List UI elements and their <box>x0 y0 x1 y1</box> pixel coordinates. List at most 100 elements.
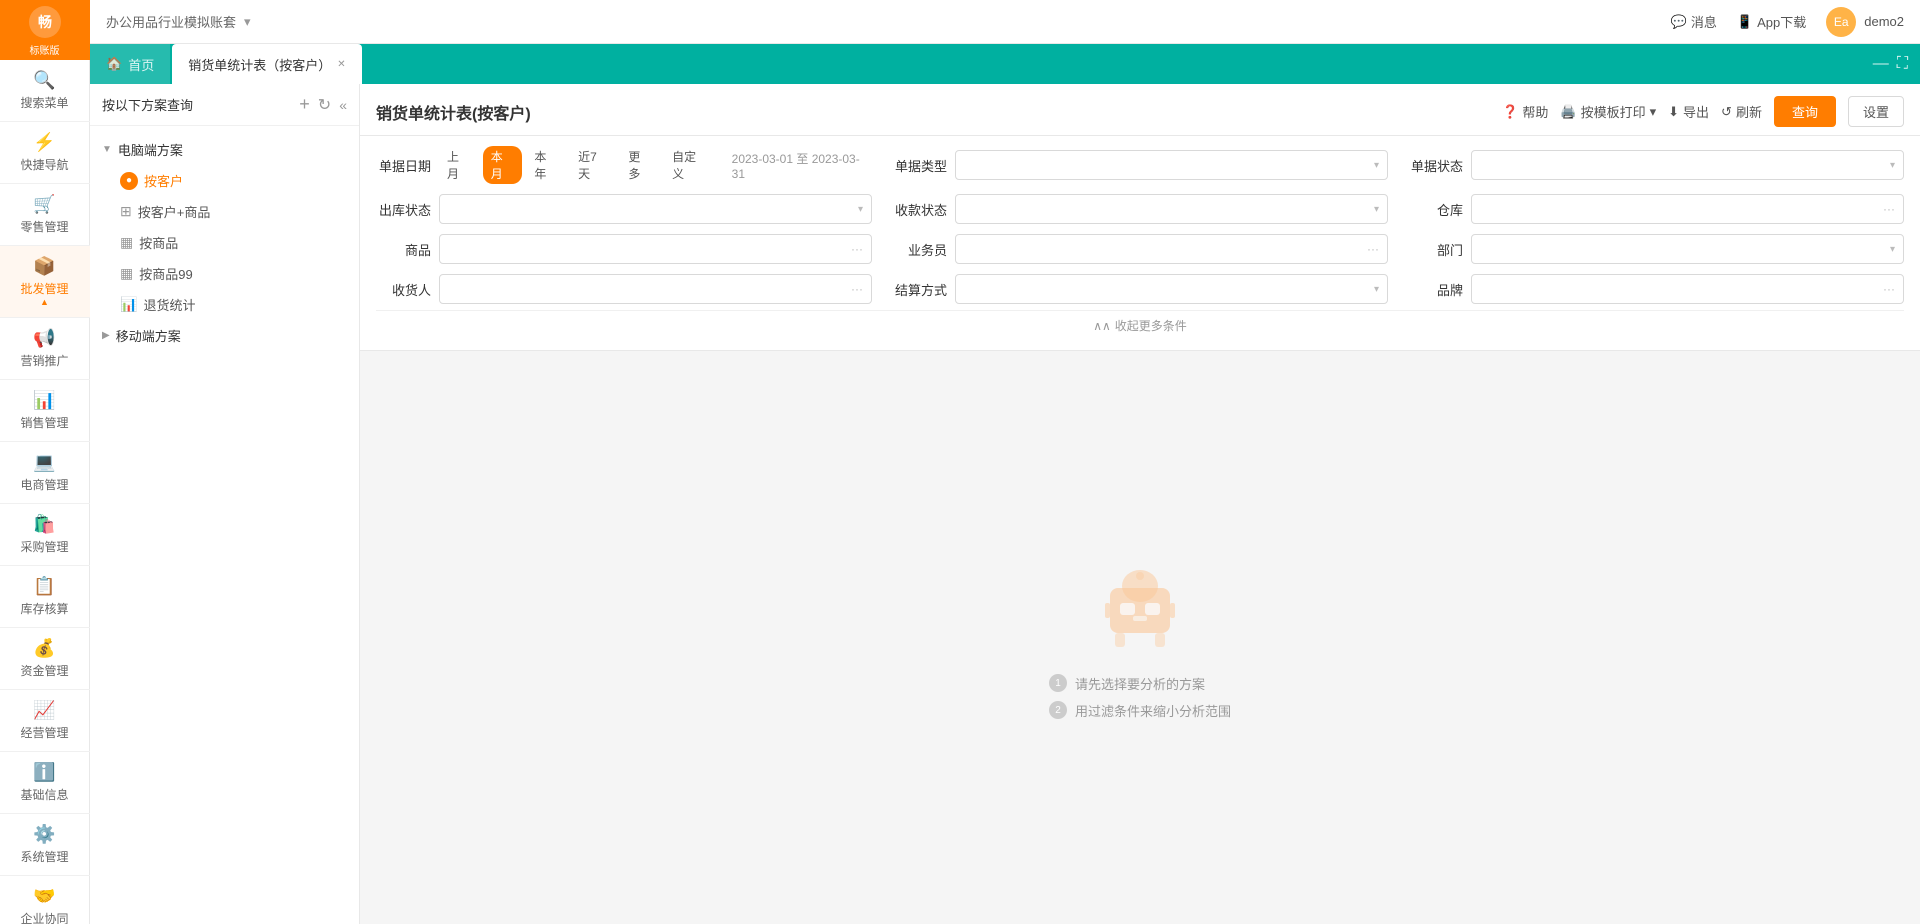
date-tab-this-year[interactable]: 本年 <box>526 146 566 184</box>
sidebar-item-basic-info[interactable]: ℹ️ 基础信息 <box>0 752 90 814</box>
operations-icon: 📈 <box>33 700 55 721</box>
receive-status-arrow-icon: ▾ <box>1374 204 1379 215</box>
tabbar: 🏠 首页 销货单统计表（按客户） ✕ — ⛶ <box>90 44 1920 84</box>
sidebar-label-basic-info: 基础信息 <box>20 786 68 803</box>
filter-row-1: 单据日期 上月 本月 本年 近7天 更多 自定义 2023-03-01 至 20… <box>376 146 1904 184</box>
payment-method-control[interactable]: ▾ <box>955 274 1388 304</box>
user-info[interactable]: Ea demo2 <box>1826 7 1904 37</box>
sidebar-item-finance[interactable]: 💰 资金管理 <box>0 628 90 690</box>
date-tab-last-7[interactable]: 近7天 <box>570 146 616 184</box>
add-scheme-button[interactable]: + <box>299 94 310 115</box>
user-avatar[interactable]: Ea <box>1826 7 1856 37</box>
message-label: 消息 <box>1691 12 1717 31</box>
sidebar-item-purchase[interactable]: 🛍️ 采购管理 <box>0 504 90 566</box>
expand-desktop-icon: ▼ <box>102 144 112 155</box>
query-button[interactable]: 查询 <box>1774 96 1836 127</box>
receive-status-control[interactable]: ▾ <box>955 194 1388 224</box>
date-tab-this-month[interactable]: 本月 <box>483 146 523 184</box>
scheme-item-return-stats[interactable]: 📊 退货统计 <box>90 289 359 320</box>
tab-home-label: 首页 <box>128 55 154 74</box>
help-button[interactable]: ❓ 帮助 <box>1502 102 1548 121</box>
wholesale-icon: 📦 <box>33 256 55 277</box>
scheme-item-by-customer[interactable]: ● 按客户 <box>90 165 359 196</box>
warehouse-control[interactable]: ··· <box>1471 194 1904 224</box>
doc-status-control[interactable]: ▾ <box>1471 150 1904 180</box>
system-icon: ⚙️ <box>33 824 55 845</box>
refresh-button[interactable]: ↺ 刷新 <box>1721 102 1762 121</box>
scheme-active-dot: ● <box>120 172 138 190</box>
collapse-button[interactable]: ∧∧ 收起更多条件 <box>1093 317 1187 334</box>
scheme-item-by-customer-goods[interactable]: ⊞ 按客户+商品 <box>90 196 359 227</box>
warehouse-label: 仓库 <box>1408 200 1463 219</box>
brand-more-icon[interactable]: ··· <box>1883 282 1895 296</box>
print-icon: 🖨️ <box>1560 104 1576 120</box>
logo-text: 标账版 <box>30 42 60 57</box>
sidebar-item-wholesale[interactable]: 📦 批发管理 ▲ <box>0 246 90 318</box>
app-download-label: App下载 <box>1757 12 1806 31</box>
doc-type-control[interactable]: ▾ <box>955 150 1388 180</box>
consignee-control[interactable]: ··· <box>439 274 872 304</box>
topbar: 办公用品行业模拟账套 ▾ 💬 消息 📱 App下载 Ea demo2 <box>90 0 1920 44</box>
collapse-panel-icon[interactable]: « <box>339 97 347 113</box>
scheme-item-by-goods-99[interactable]: ▦ 按商品99 <box>90 258 359 289</box>
refresh-label: 刷新 <box>1736 102 1762 121</box>
sidebar-item-search-menu[interactable]: 🔍 搜索菜单 <box>0 60 90 122</box>
refresh-scheme-icon[interactable]: ↻ <box>318 95 331 115</box>
tip-text-1: 请先选择要分析的方案 <box>1075 674 1205 693</box>
out-status-group: 出库状态 ▾ <box>376 194 872 224</box>
filter-row-2: 出库状态 ▾ 收款状态 ▾ 仓库 <box>376 194 1904 224</box>
doc-type-group: 单据类型 ▾ <box>892 150 1388 180</box>
topbar-dropdown-icon[interactable]: ▾ <box>244 14 251 30</box>
sidebar-item-system[interactable]: ⚙️ 系统管理 <box>0 814 90 876</box>
app-download-button[interactable]: 📱 App下载 <box>1737 12 1806 31</box>
warehouse-more-icon[interactable]: ··· <box>1883 202 1895 216</box>
department-control[interactable]: ▾ <box>1471 234 1904 264</box>
sidebar-item-operations[interactable]: 📈 经营管理 <box>0 690 90 752</box>
help-label: 帮助 <box>1522 102 1548 121</box>
tab-sales-stats[interactable]: 销货单统计表（按客户） ✕ <box>172 44 361 84</box>
salesperson-control[interactable]: ··· <box>955 234 1388 264</box>
sidebar-item-sales[interactable]: 📊 销售管理 <box>0 380 90 442</box>
left-panel-actions: + ↻ « <box>299 94 347 115</box>
print-button[interactable]: 🖨️ 按模板打印 ▾ <box>1560 102 1656 121</box>
brand-group: 品牌 ··· <box>1408 274 1904 304</box>
app-logo: 畅 标账版 <box>0 0 90 60</box>
tab-home[interactable]: 🏠 首页 <box>90 44 170 84</box>
basic-info-icon: ℹ️ <box>33 762 55 783</box>
sidebar-item-enterprise[interactable]: 🤝 企业协同 <box>0 876 90 924</box>
svg-text:畅: 畅 <box>38 14 52 30</box>
goods-more-icon[interactable]: ··· <box>851 242 863 256</box>
sidebar-item-quick-nav[interactable]: ⚡ 快捷导航 <box>0 122 90 184</box>
empty-tips: 1 请先选择要分析的方案 2 用过滤条件来缩小分析范围 <box>1049 674 1231 728</box>
sidebar-item-retail[interactable]: 🛒 零售管理 <box>0 184 90 246</box>
sales-icon: 📊 <box>33 390 55 411</box>
sidebar-label-purchase: 采购管理 <box>20 538 68 555</box>
empty-robot-illustration <box>1085 548 1195 658</box>
collapse-label: 收起更多条件 <box>1115 317 1187 334</box>
export-button[interactable]: ⬇ 导出 <box>1668 102 1709 121</box>
scheme-mobile[interactable]: ▶ 移动端方案 <box>90 320 359 351</box>
help-icon: ❓ <box>1502 104 1518 120</box>
date-tab-more[interactable]: 更多 <box>620 146 660 184</box>
out-status-control[interactable]: ▾ <box>439 194 872 224</box>
consignee-more-icon[interactable]: ··· <box>851 282 863 296</box>
settings-button[interactable]: 设置 <box>1848 96 1904 127</box>
goods-label: 商品 <box>376 240 431 259</box>
salesperson-more-icon[interactable]: ··· <box>1367 242 1379 256</box>
date-tab-last-month[interactable]: 上月 <box>439 146 479 184</box>
tab-close-icon[interactable]: ✕ <box>337 59 345 70</box>
scheme-desktop[interactable]: ▼ 电脑端方案 <box>90 134 359 165</box>
logo-icon: 畅 <box>27 4 63 40</box>
sidebar-item-inventory[interactable]: 📋 库存核算 <box>0 566 90 628</box>
brand-control[interactable]: ··· <box>1471 274 1904 304</box>
goods-control[interactable]: ··· <box>439 234 872 264</box>
message-button[interactable]: 💬 消息 <box>1671 12 1717 31</box>
scheme-item-by-goods[interactable]: ▦ 按商品 <box>90 227 359 258</box>
tab-maximize-icon[interactable]: ⛶ <box>1897 55 1908 73</box>
date-tab-custom[interactable]: 自定义 <box>664 146 716 184</box>
sidebar-item-marketing[interactable]: 📢 营销推广 <box>0 318 90 380</box>
date-filter-group: 单据日期 上月 本月 本年 近7天 更多 自定义 2023-03-01 至 20… <box>376 146 872 184</box>
doc-status-group: 单据状态 ▾ <box>1408 150 1904 180</box>
tab-minimize-icon[interactable]: — <box>1873 55 1889 73</box>
sidebar-item-ecommerce[interactable]: 💻 电商管理 <box>0 442 90 504</box>
